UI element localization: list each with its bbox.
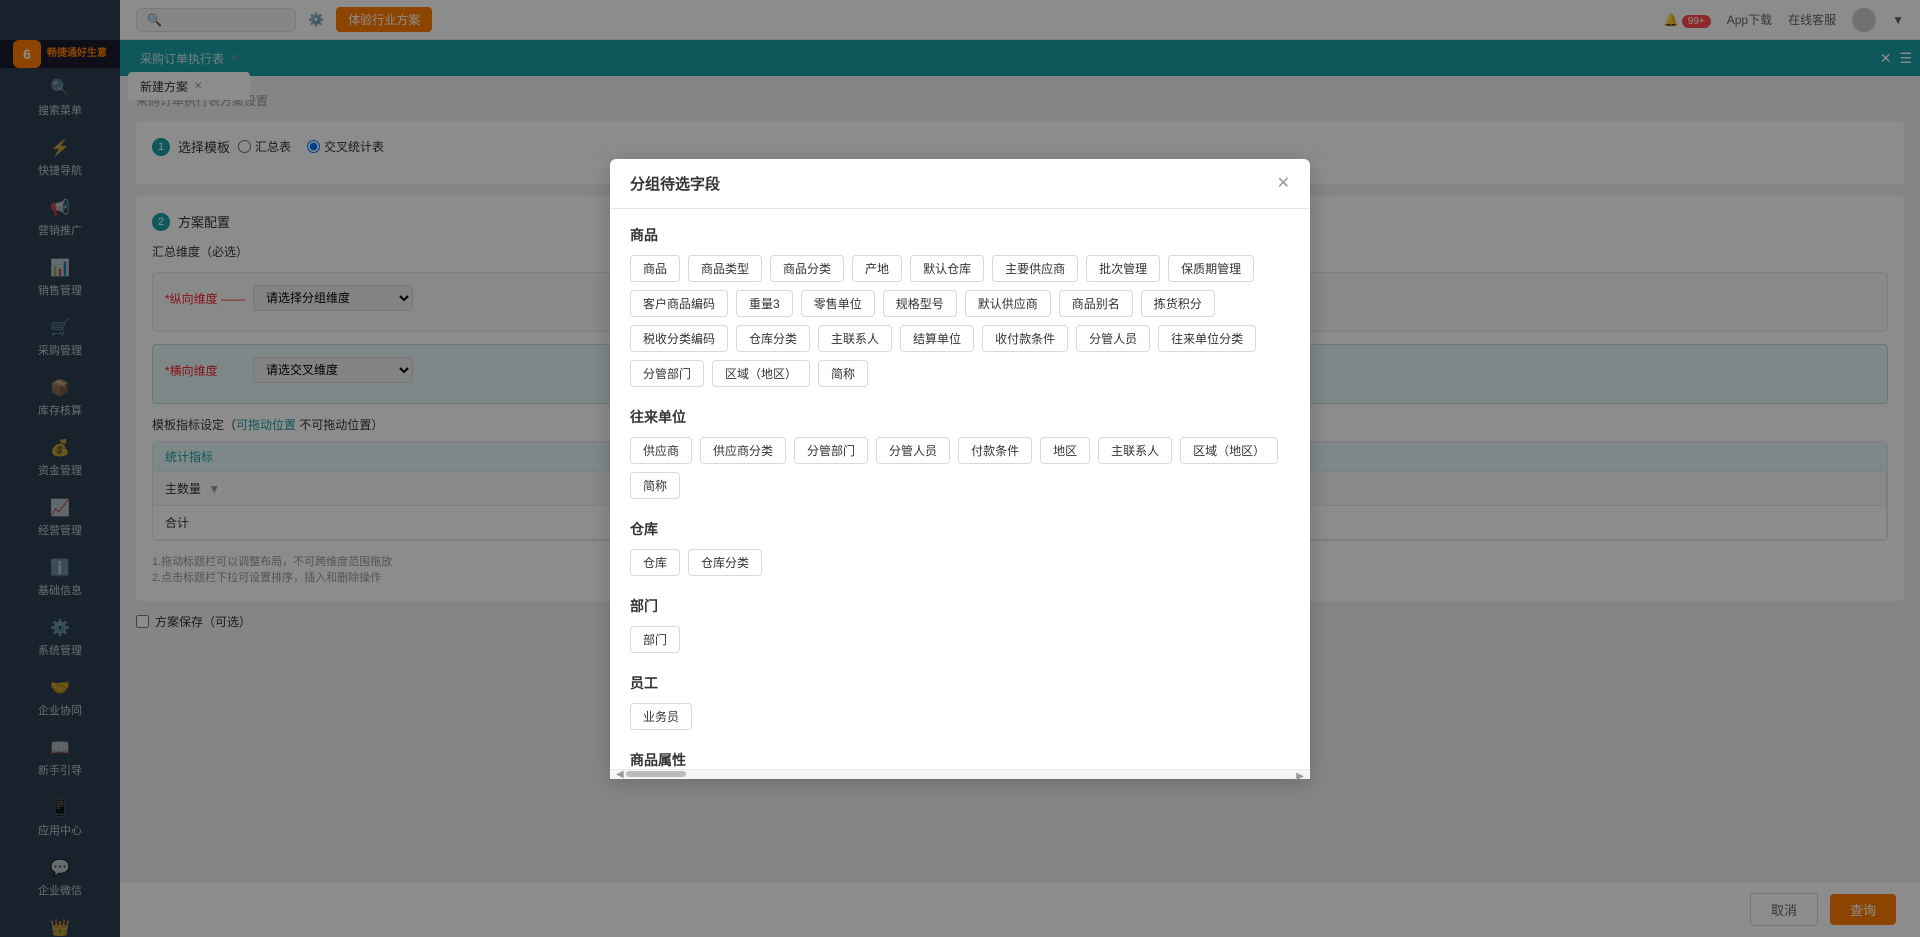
modal-field-tags-2: 仓库仓库分类 <box>630 549 1290 576</box>
field-tag-0-19[interactable]: 收付款条件 <box>982 325 1068 352</box>
modal-section-title-0: 商品 <box>630 225 1290 245</box>
field-tag-0-6[interactable]: 批次管理 <box>1086 255 1160 282</box>
scrollbar-left-arrow[interactable]: ◀ <box>614 769 626 780</box>
field-tag-0-15[interactable]: 税收分类编码 <box>630 325 728 352</box>
field-tag-0-1[interactable]: 商品类型 <box>688 255 762 282</box>
modal-section-title-5: 商品属性 <box>630 750 1290 769</box>
modal-header: 分组待选字段 ✕ <box>610 159 1310 209</box>
field-tag-0-9[interactable]: 重量3 <box>736 290 793 317</box>
field-tag-1-5[interactable]: 地区 <box>1040 437 1090 464</box>
field-tag-1-7[interactable]: 区域（地区） <box>1180 437 1278 464</box>
field-tag-0-0[interactable]: 商品 <box>630 255 680 282</box>
field-tag-0-24[interactable]: 简称 <box>818 360 868 387</box>
modal-section-1: 往来单位供应商供应商分类分管部门分管人员付款条件地区主联系人区域（地区） 简称 <box>630 407 1290 499</box>
field-tag-0-21[interactable]: 往来单位分类 <box>1158 325 1256 352</box>
field-tag-0-14[interactable]: 拣货积分 <box>1141 290 1215 317</box>
field-tag-0-5[interactable]: 主要供应商 <box>992 255 1078 282</box>
field-tag-0-2[interactable]: 商品分类 <box>770 255 844 282</box>
field-tag-0-7[interactable]: 保质期管理 <box>1168 255 1254 282</box>
field-tag-0-8[interactable]: 客户商品编码 <box>630 290 728 317</box>
field-tag-0-12[interactable]: 默认供应商 <box>965 290 1051 317</box>
field-tag-4-0[interactable]: 业务员 <box>630 703 692 730</box>
field-tag-0-16[interactable]: 仓库分类 <box>736 325 810 352</box>
field-tag-1-1[interactable]: 供应商分类 <box>700 437 786 464</box>
modal-field-tags-3: 部门 <box>630 626 1290 653</box>
field-tag-1-4[interactable]: 付款条件 <box>958 437 1032 464</box>
modal-dialog: 分组待选字段 ✕ 商品商品商品类型商品分类产地默认仓库主要供应商批次管理保质期管… <box>610 159 1310 779</box>
modal-title: 分组待选字段 <box>630 173 720 194</box>
modal-section-title-4: 员工 <box>630 673 1290 693</box>
field-tag-3-0[interactable]: 部门 <box>630 626 680 653</box>
field-tag-2-1[interactable]: 仓库分类 <box>688 549 762 576</box>
scrollbar-right-area: ▶ <box>1294 767 1306 782</box>
field-tag-0-13[interactable]: 商品别名 <box>1059 290 1133 317</box>
field-tag-1-6[interactable]: 主联系人 <box>1098 437 1172 464</box>
scrollbar-right-arrow[interactable]: ▶ <box>1294 771 1306 782</box>
modal-section-2: 仓库仓库仓库分类 <box>630 519 1290 576</box>
modal-field-tags-0: 商品商品类型商品分类产地默认仓库主要供应商批次管理保质期管理客户商品编码重量3 零… <box>630 255 1290 387</box>
field-tag-0-22[interactable]: 分管部门 <box>630 360 704 387</box>
field-tag-0-20[interactable]: 分管人员 <box>1076 325 1150 352</box>
field-tag-2-0[interactable]: 仓库 <box>630 549 680 576</box>
field-tag-0-17[interactable]: 主联系人 <box>818 325 892 352</box>
modal-section-title-2: 仓库 <box>630 519 1290 539</box>
modal-section-5: 商品属性属性颜色多规格尺码鞋码1 <box>630 750 1290 769</box>
modal-section-title-3: 部门 <box>630 596 1290 616</box>
modal-close-button[interactable]: ✕ <box>1277 173 1290 193</box>
scrollbar-thumb[interactable] <box>626 771 686 777</box>
field-tag-0-11[interactable]: 规格型号 <box>883 290 957 317</box>
field-tag-1-0[interactable]: 供应商 <box>630 437 692 464</box>
field-tag-1-8[interactable]: 简称 <box>630 472 680 499</box>
modal-body: 商品商品商品类型商品分类产地默认仓库主要供应商批次管理保质期管理客户商品编码重量… <box>610 209 1310 769</box>
modal-field-tags-1: 供应商供应商分类分管部门分管人员付款条件地区主联系人区域（地区） 简称 <box>630 437 1290 499</box>
modal-horizontal-scrollbar[interactable]: ◀ ▶ <box>610 769 1310 779</box>
field-tag-0-23[interactable]: 区域（地区） <box>712 360 810 387</box>
field-tag-1-3[interactable]: 分管人员 <box>876 437 950 464</box>
field-tag-1-2[interactable]: 分管部门 <box>794 437 868 464</box>
field-tag-0-18[interactable]: 结算单位 <box>900 325 974 352</box>
modal-section-4: 员工业务员 <box>630 673 1290 730</box>
field-tag-0-3[interactable]: 产地 <box>852 255 902 282</box>
modal-section-3: 部门部门 <box>630 596 1290 653</box>
modal-overlay[interactable]: 分组待选字段 ✕ 商品商品商品类型商品分类产地默认仓库主要供应商批次管理保质期管… <box>0 0 1920 937</box>
modal-section-title-1: 往来单位 <box>630 407 1290 427</box>
modal-field-tags-4: 业务员 <box>630 703 1290 730</box>
field-tag-0-4[interactable]: 默认仓库 <box>910 255 984 282</box>
modal-section-0: 商品商品商品类型商品分类产地默认仓库主要供应商批次管理保质期管理客户商品编码重量… <box>630 225 1290 387</box>
field-tag-0-10[interactable]: 零售单位 <box>801 290 875 317</box>
